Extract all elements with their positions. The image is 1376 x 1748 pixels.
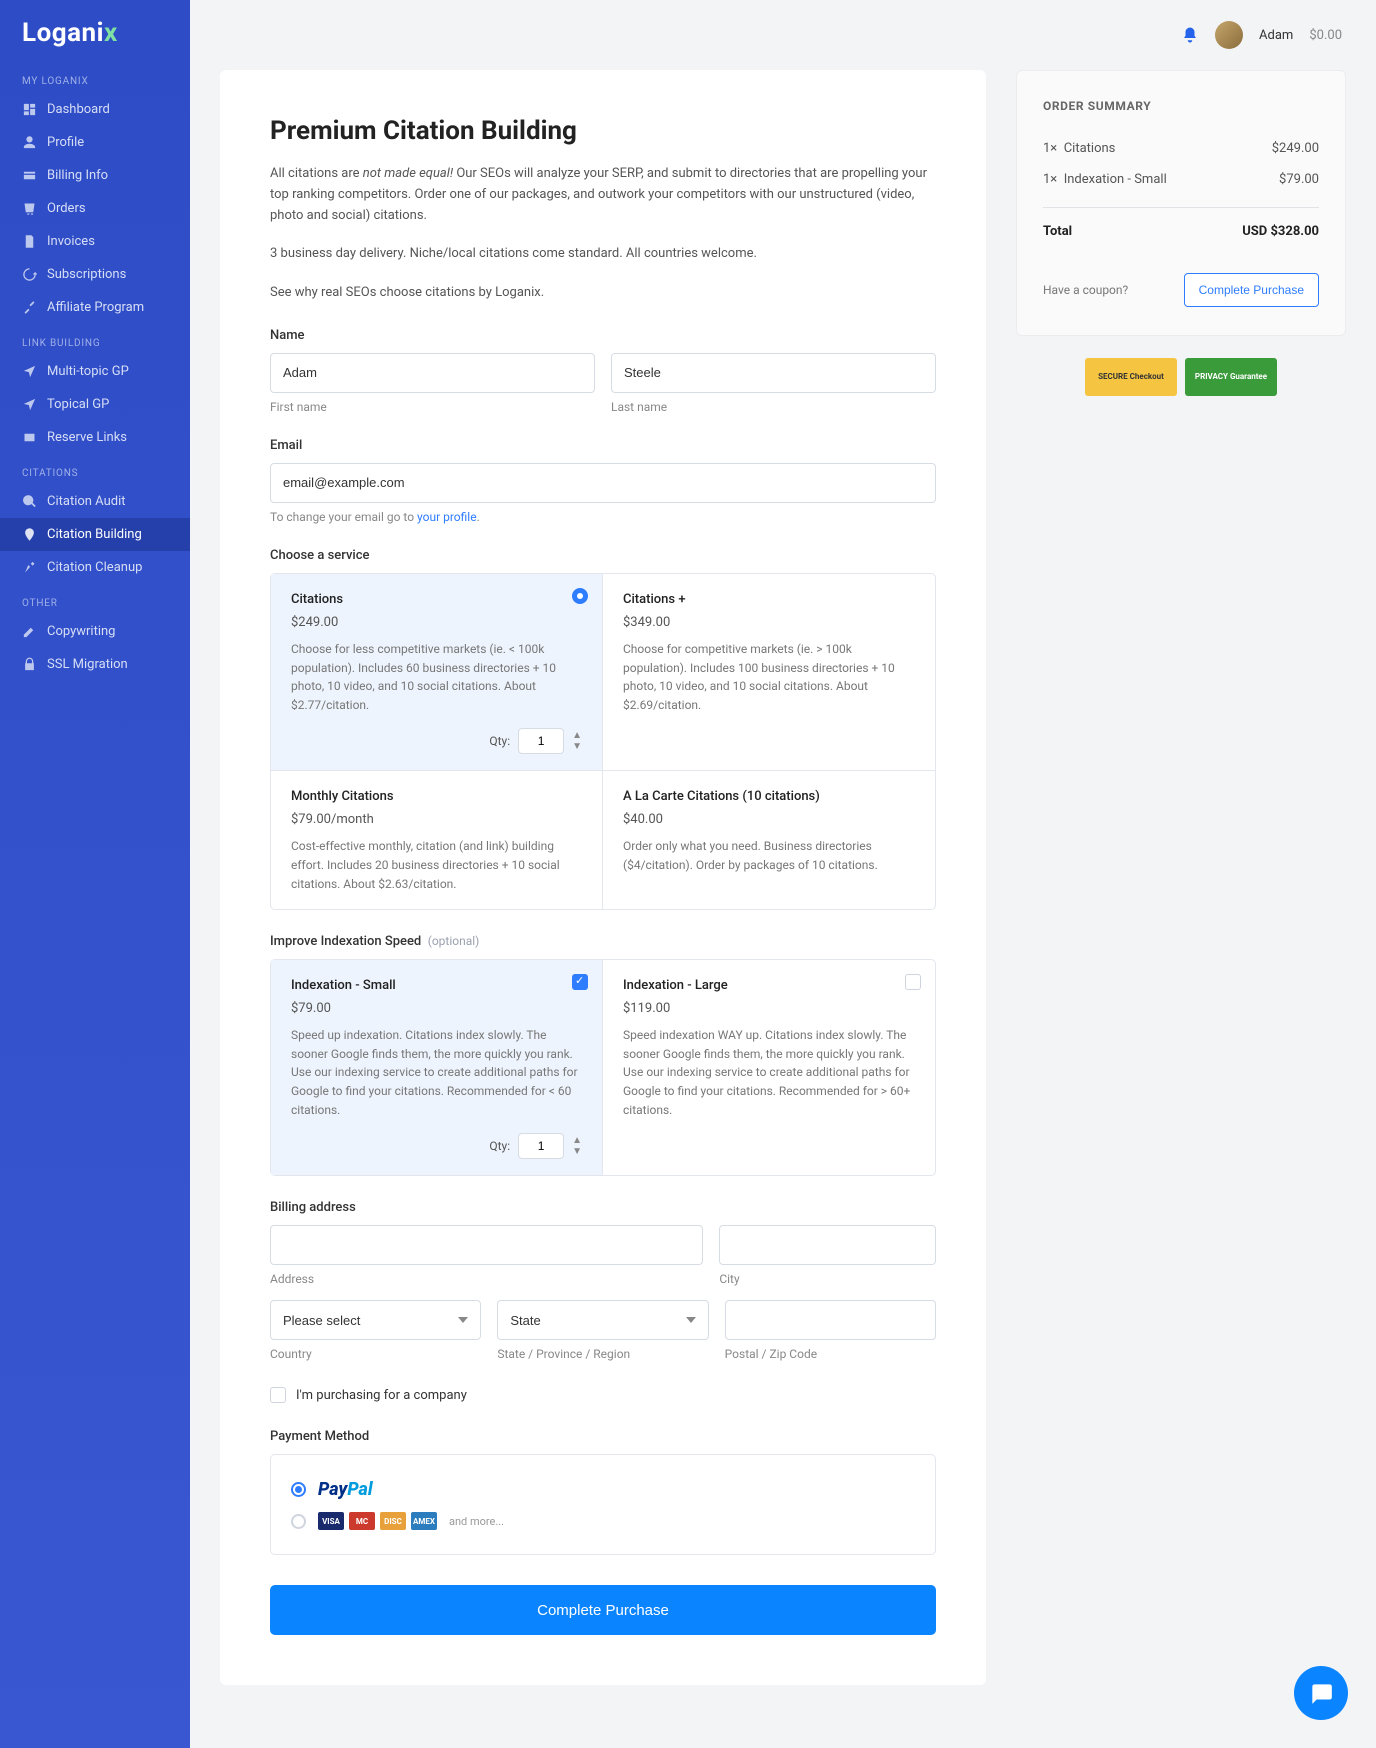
nav-citation-cleanup[interactable]: Citation Cleanup xyxy=(0,551,190,584)
pay-paypal[interactable]: PayPal xyxy=(291,1473,915,1506)
nav-orders[interactable]: Orders xyxy=(0,192,190,225)
nav-topical-gp[interactable]: Topical GP xyxy=(0,388,190,421)
email-input[interactable] xyxy=(270,463,936,503)
nav-invoices[interactable]: Invoices xyxy=(0,225,190,258)
last-name-sublabel: Last name xyxy=(611,400,936,414)
billing-label: Billing address xyxy=(270,1200,936,1215)
notifications-icon[interactable] xyxy=(1181,26,1199,44)
indexation-label: Improve Indexation Speed (optional) xyxy=(270,934,936,949)
balance: $0.00 xyxy=(1309,28,1342,43)
order-form: Premium Citation Building All citations … xyxy=(220,70,986,1685)
sidebar: Loganix MY LOGANIX Dashboard Profile Bil… xyxy=(0,0,190,1748)
name-label: Name xyxy=(270,328,936,343)
radio-off-icon xyxy=(291,1514,306,1529)
card-icons: VISA MC DISC AMEX xyxy=(318,1512,437,1530)
privacy-guarantee-badge: PRIVACY Guarantee xyxy=(1185,358,1277,396)
service-label: Choose a service xyxy=(270,548,936,563)
nav-citation-building[interactable]: Citation Building xyxy=(0,518,190,551)
page-title: Premium Citation Building xyxy=(270,116,936,146)
service-alacarte[interactable]: A La Carte Citations (10 citations) $40.… xyxy=(603,771,935,909)
city-input[interactable] xyxy=(719,1225,936,1265)
qty-indexation[interactable] xyxy=(518,1133,564,1159)
company-checkbox[interactable] xyxy=(270,1387,286,1403)
radio-on-icon xyxy=(291,1482,306,1497)
service-monthly[interactable]: Monthly Citations $79.00/month Cost-effe… xyxy=(271,771,603,909)
nav-profile[interactable]: Profile xyxy=(0,126,190,159)
country-select[interactable]: Please select xyxy=(270,1300,481,1340)
nav-citation-audit[interactable]: Citation Audit xyxy=(0,485,190,518)
service-citations-plus[interactable]: Citations + $349.00 Choose for competiti… xyxy=(603,574,935,771)
secure-checkout-badge: SECURE Checkout xyxy=(1085,358,1177,396)
service-citations[interactable]: Citations $249.00 Choose for less compet… xyxy=(271,574,603,771)
intro-3: See why real SEOs choose citations by Lo… xyxy=(270,283,936,304)
intro-2: 3 business day delivery. Niche/local cit… xyxy=(270,244,936,265)
qty-citations[interactable] xyxy=(518,728,564,754)
summary-line-1: 1× Citations $249.00 xyxy=(1043,133,1319,164)
nav-reserve-links[interactable]: Reserve Links xyxy=(0,421,190,454)
nav-affiliate[interactable]: Affiliate Program xyxy=(0,291,190,324)
avatar[interactable] xyxy=(1215,21,1243,49)
complete-purchase-link[interactable]: Complete Purchase xyxy=(1184,273,1319,307)
nav-group-citations: CITATIONS xyxy=(0,454,190,485)
nav-subscriptions[interactable]: Subscriptions xyxy=(0,258,190,291)
paypal-logo: PayPal xyxy=(318,1479,373,1500)
email-label: Email xyxy=(270,438,936,453)
topbar: Adam $0.00 xyxy=(190,0,1376,70)
first-name-sublabel: First name xyxy=(270,400,595,414)
email-help: To change your email go to your profile. xyxy=(270,510,936,524)
indexation-large[interactable]: Indexation - Large $119.00 Speed indexat… xyxy=(603,960,935,1175)
summary-line-2: 1× Indexation - Small $79.00 xyxy=(1043,164,1319,195)
summary-total: Total USD $328.00 xyxy=(1043,207,1319,247)
intro-1: All citations are not made equal! Our SE… xyxy=(270,164,936,226)
summary-title: ORDER SUMMARY xyxy=(1043,99,1319,113)
chat-icon xyxy=(1308,1680,1334,1706)
your-profile-link[interactable]: your profile xyxy=(417,510,477,524)
checkbox-on-icon xyxy=(572,974,588,990)
nav-billing[interactable]: Billing Info xyxy=(0,159,190,192)
nav-group-link-building: LINK BUILDING xyxy=(0,324,190,355)
zip-input[interactable] xyxy=(725,1300,936,1340)
radio-selected-icon xyxy=(572,588,588,604)
last-name-input[interactable] xyxy=(611,353,936,393)
logo: Loganix xyxy=(0,18,190,62)
nav-group-my-loganix: MY LOGANIX xyxy=(0,62,190,93)
nav-group-other: OTHER xyxy=(0,584,190,615)
order-summary: ORDER SUMMARY 1× Citations $249.00 1× In… xyxy=(1016,70,1346,336)
checkbox-off-icon xyxy=(905,974,921,990)
pay-card[interactable]: VISA MC DISC AMEX and more... xyxy=(291,1506,915,1536)
indexation-small[interactable]: Indexation - Small $79.00 Speed up index… xyxy=(271,960,603,1175)
nav-multi-topic-gp[interactable]: Multi-topic GP xyxy=(0,355,190,388)
first-name-input[interactable] xyxy=(270,353,595,393)
payment-label: Payment Method xyxy=(270,1429,936,1444)
state-select[interactable]: State xyxy=(497,1300,708,1340)
complete-purchase-button[interactable]: Complete Purchase xyxy=(270,1585,936,1635)
company-checkbox-label: I'm purchasing for a company xyxy=(296,1388,467,1403)
nav-ssl-migration[interactable]: SSL Migration xyxy=(0,648,190,681)
chat-widget[interactable] xyxy=(1294,1666,1348,1720)
coupon-prompt: Have a coupon? xyxy=(1043,283,1128,297)
nav-copywriting[interactable]: Copywriting xyxy=(0,615,190,648)
nav-dashboard[interactable]: Dashboard xyxy=(0,93,190,126)
address-input[interactable] xyxy=(270,1225,703,1265)
user-name: Adam xyxy=(1259,28,1293,43)
